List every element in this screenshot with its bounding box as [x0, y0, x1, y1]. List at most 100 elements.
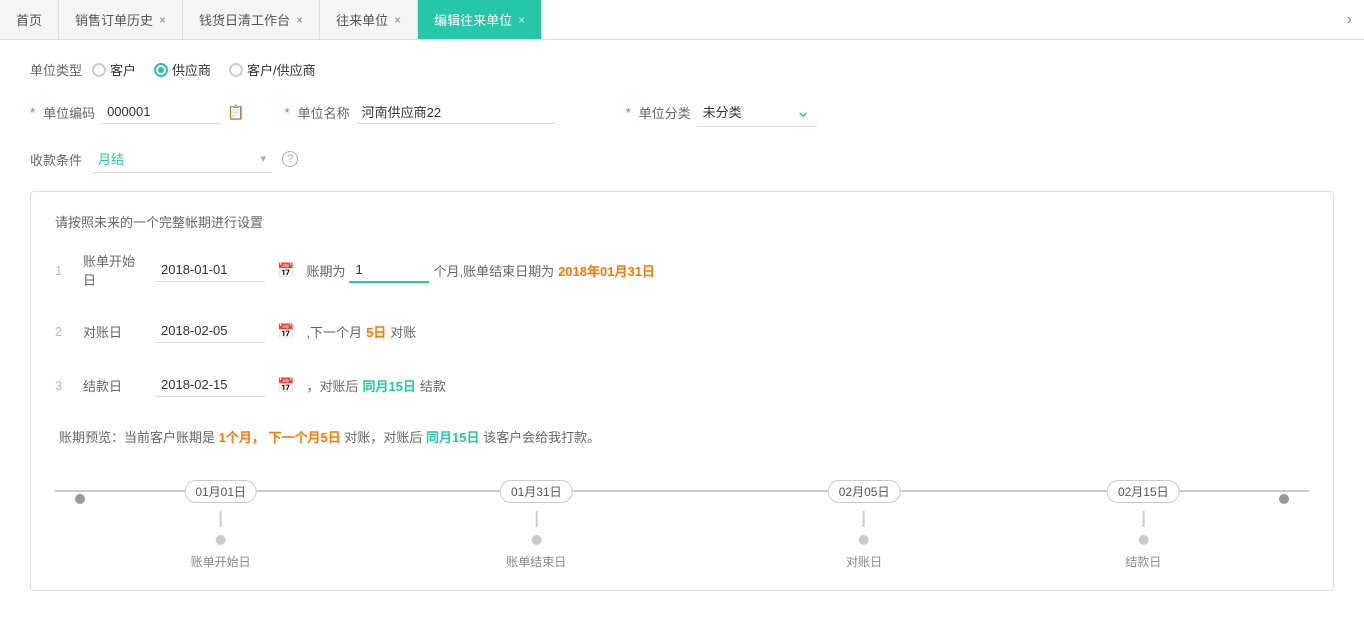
tab-bar: 首页 销售订单历史 × 钱货日清工作台 × 往来单位 × 编辑往来单位 × ›: [0, 0, 1364, 40]
radio-both-label: 客户/供应商: [247, 60, 316, 79]
row-1-type: 账单开始日: [83, 251, 143, 289]
name-star: *: [285, 105, 290, 120]
tab-home[interactable]: 首页: [0, 0, 59, 39]
payment-help-icon[interactable]: ?: [282, 151, 298, 167]
row-1-cal-icon[interactable]: 📅: [277, 262, 294, 279]
timeline-label-2: 账单结束日: [506, 553, 566, 570]
category-dropdown[interactable]: 未分类 ⌄: [697, 97, 817, 127]
preview-label: 账期预览：当前客户账期是: [59, 430, 215, 445]
row-3-cal-icon[interactable]: 📅: [277, 377, 294, 394]
radio-customer-label: 客户: [110, 60, 136, 79]
timeline-label-1: 账单开始日: [191, 553, 251, 570]
tab-cash-work-close[interactable]: ×: [296, 13, 303, 27]
payment-label: 收款条件: [30, 150, 82, 169]
tab-edit-partner[interactable]: 编辑往来单位 ×: [418, 0, 542, 39]
code-calendar-icon[interactable]: 📋: [227, 104, 244, 121]
timeline-badge-3: 02月05日: [828, 480, 901, 503]
timeline-dot-1: [216, 535, 226, 545]
timeline-badge-1: 01月01日: [184, 480, 257, 503]
unit-type-label: 单位类型: [30, 60, 82, 79]
radio-supplier-circle: [154, 63, 168, 77]
timeline-badge-4: 02月15日: [1107, 480, 1180, 503]
category-dropdown-arrow: ⌄: [796, 101, 811, 122]
preview-end: 该客户会给我打款。: [483, 430, 600, 445]
tab-sales-history[interactable]: 销售订单历史 ×: [59, 0, 183, 39]
payment-row: 收款条件 月结 ▾ ?: [30, 145, 1334, 173]
timeline-point-1: 01月01日 账单开始日: [184, 480, 257, 570]
radio-customer-circle: [92, 63, 106, 77]
row-2-suffix-after: 对账: [390, 322, 416, 341]
timeline-stem-3: [863, 511, 865, 527]
row-3-highlight: 同月15日: [362, 376, 415, 395]
timeline-point-3: 02月05日 对账日: [828, 480, 901, 570]
name-label: 单位名称: [298, 103, 350, 122]
timeline-dot-2: [531, 535, 541, 545]
setting-row-3: 3 结款日 📅 ，对账后 同月15日 结款: [55, 373, 1309, 397]
setting-row-1: 1 账单开始日 📅 账期为 个月,账单结束日期为 2018年01月31日: [55, 251, 1309, 289]
unit-type-radio-group: 客户 供应商 客户/供应商: [92, 60, 316, 79]
preview-period: 1个月，: [219, 430, 265, 445]
row-3-num: 3: [55, 378, 71, 393]
row-2-prefix: ,下一个月: [306, 322, 362, 341]
row-2-type: 对账日: [83, 322, 143, 341]
setting-row-2: 2 对账日 📅 ,下一个月 5日 对账: [55, 319, 1309, 343]
timeline-stem-2: [535, 511, 537, 527]
row-1-suffix-after: 个月,账单结束日期为: [433, 261, 554, 280]
preview-reconcile-suffix: 对账，对账后: [344, 430, 422, 445]
row-3-suffix-after: 结款: [420, 376, 446, 395]
tab-cash-work-label: 钱货日清工作台: [199, 10, 290, 29]
code-input[interactable]: [101, 100, 221, 124]
timeline-label-3: 对账日: [846, 553, 882, 570]
tab-sales-history-label: 销售订单历史: [75, 10, 153, 29]
tab-cash-work[interactable]: 钱货日清工作台 ×: [183, 0, 320, 39]
tab-partner-close[interactable]: ×: [394, 13, 401, 27]
category-star: *: [626, 105, 631, 120]
tab-overflow-arrow[interactable]: ›: [1335, 0, 1364, 39]
tab-home-label: 首页: [16, 10, 42, 29]
row-1-highlight: 2018年01月31日: [558, 261, 655, 280]
row-1-suffix: 账期为 个月,账单结束日期为 2018年01月31日: [306, 258, 654, 283]
category-group: * 单位分类 未分类 ⌄: [626, 97, 817, 127]
unit-type-row: 单位类型 客户 供应商 客户/供应商: [30, 60, 1334, 79]
timeline-dot-4: [1138, 535, 1148, 545]
radio-supplier-label: 供应商: [172, 60, 211, 79]
preview-text: 账期预览：当前客户账期是 1个月， 下一个月5日 对账，对账后 同月15日 该客…: [55, 427, 1309, 446]
row-2-date-input[interactable]: [155, 319, 265, 343]
timeline-end-dot: [1279, 494, 1289, 504]
radio-supplier[interactable]: 供应商: [154, 60, 211, 79]
timeline-label-4: 结款日: [1125, 553, 1161, 570]
row-2-highlight: 5日: [366, 322, 386, 341]
name-group: * 单位名称: [285, 100, 556, 124]
tab-partner[interactable]: 往来单位 ×: [320, 0, 418, 39]
timeline-stem-4: [1142, 511, 1144, 527]
tab-edit-partner-close[interactable]: ×: [518, 13, 525, 27]
timeline-stem-1: [220, 511, 222, 527]
row-3-type: 结款日: [83, 376, 143, 395]
preview-reconcile-day: 下一个月5日: [269, 430, 341, 445]
row-3-prefix: ，对账后: [306, 376, 358, 395]
radio-both[interactable]: 客户/供应商: [229, 60, 316, 79]
row-2-suffix: ,下一个月 5日 对账: [306, 322, 416, 341]
tab-edit-partner-label: 编辑往来单位: [434, 10, 512, 29]
code-star: *: [30, 105, 35, 120]
card-instruction: 请按照未来的一个完整帐期进行设置: [55, 212, 1309, 231]
row-1-date-input[interactable]: [155, 258, 265, 282]
row-3-date-input[interactable]: [155, 373, 265, 397]
timeline-badge-2: 01月31日: [500, 480, 573, 503]
timeline-point-2: 01月31日 账单结束日: [500, 480, 573, 570]
timeline-point-4: 02月15日 结款日: [1107, 480, 1180, 570]
payment-dropdown[interactable]: 月结 ▾: [92, 145, 272, 173]
timeline-start-dot: [75, 494, 85, 504]
settings-card: 请按照未来的一个完整帐期进行设置 1 账单开始日 📅 账期为 个月,账单结束日期…: [30, 191, 1334, 591]
timeline: 01月01日 账单开始日 01月31日 账单结束日 02月05日 对账日: [55, 470, 1309, 490]
row-1-prefix: 账期为: [306, 261, 345, 280]
timeline-dot-3: [859, 535, 869, 545]
name-input[interactable]: [356, 100, 556, 124]
tab-sales-history-close[interactable]: ×: [159, 13, 166, 27]
row-1-period-input[interactable]: [349, 258, 429, 283]
row-2-cal-icon[interactable]: 📅: [277, 323, 294, 340]
code-name-category-row: * 单位编码 📋 * 单位名称 * 单位分类 未分类 ⌄: [30, 97, 1334, 127]
row-1-num: 1: [55, 263, 71, 278]
radio-customer[interactable]: 客户: [92, 60, 136, 79]
category-value: 未分类: [703, 102, 796, 121]
